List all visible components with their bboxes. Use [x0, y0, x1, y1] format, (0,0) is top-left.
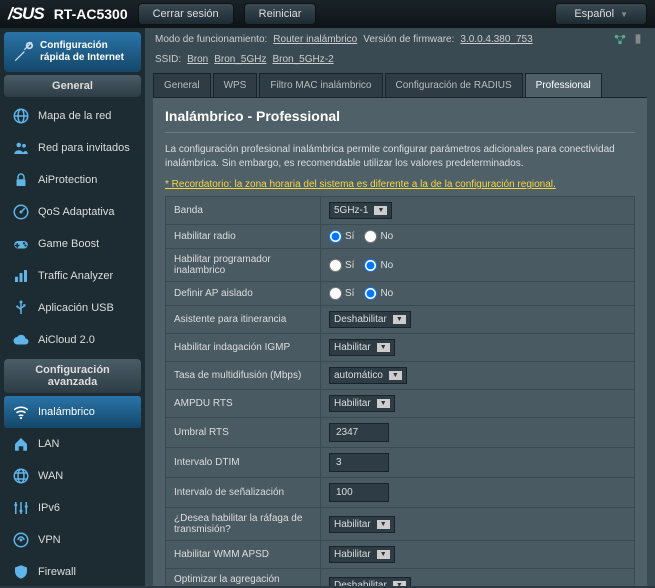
- mode-link[interactable]: Router inalámbrico: [273, 34, 357, 45]
- sidebar-item-label: QoS Adaptativa: [38, 206, 114, 218]
- sidebar-item-label: Firewall: [38, 566, 76, 578]
- shield-icon: [12, 563, 30, 581]
- usb-status-icon[interactable]: [631, 32, 645, 46]
- enable-radio-no[interactable]: [364, 230, 377, 243]
- tab-configuraci-n-de-radius[interactable]: Configuración de RADIUS: [385, 73, 523, 97]
- sidebar-item-aicloud-2-0[interactable]: AiCloud 2.0: [4, 324, 141, 356]
- sidebar-header-advanced: Configuración avanzada: [4, 359, 141, 393]
- cloud-icon: [12, 331, 30, 349]
- dtim-input[interactable]: [329, 453, 389, 472]
- scheduler-no[interactable]: [364, 259, 377, 272]
- sidebar-item-ipv6[interactable]: IPv6: [4, 492, 141, 524]
- ssid-2-link[interactable]: Bron_5GHz: [214, 54, 266, 65]
- users-icon: [12, 139, 30, 157]
- network-status-icon[interactable]: [613, 32, 627, 46]
- sidebar: Configuraciónrápida de Internet General …: [0, 28, 145, 586]
- sidebar-item-red-para-invitados[interactable]: Red para invitados: [4, 132, 141, 164]
- reboot-button[interactable]: Reiniciar: [244, 3, 317, 25]
- brand-logo: /SUS: [8, 4, 44, 24]
- sidebar-item-label: Traffic Analyzer: [38, 270, 113, 282]
- sidebar-item-label: VPN: [38, 534, 61, 546]
- home-icon: [12, 435, 30, 453]
- wifi-icon: [12, 403, 30, 421]
- sidebar-item-mapa-de-la-red[interactable]: Mapa de la red: [4, 100, 141, 132]
- sidebar-item-label: Mapa de la red: [38, 110, 111, 122]
- band-select[interactable]: 5GHz-1: [329, 202, 392, 219]
- page-description: La configuración profesional inalámbrica…: [165, 143, 635, 171]
- sidebar-item-game-boost[interactable]: Game Boost: [4, 228, 141, 260]
- ssid-label: SSID:: [155, 54, 181, 65]
- roaming-select[interactable]: Deshabilitar: [329, 311, 411, 328]
- firmware-link[interactable]: 3.0.0.4.380_753: [460, 34, 532, 45]
- ssid-3-link[interactable]: Bron_5GHz-2: [273, 54, 334, 65]
- sidebar-item-label: Red para invitados: [38, 142, 130, 154]
- igmp-select[interactable]: Habilitar: [329, 339, 395, 356]
- sidebar-item-wan[interactable]: WAN: [4, 460, 141, 492]
- sidebar-item-label: LAN: [38, 438, 59, 450]
- ampdu-rts-select[interactable]: Habilitar: [329, 395, 395, 412]
- sidebar-item-label: Aplicación USB: [38, 302, 114, 314]
- sliders-icon: [12, 499, 30, 517]
- sidebar-item-label: AiCloud 2.0: [38, 334, 95, 346]
- multicast-select[interactable]: automático: [329, 367, 407, 384]
- page-title: Inalámbrico - Professional: [165, 108, 635, 133]
- sidebar-item-vpn[interactable]: VPN: [4, 524, 141, 556]
- timezone-reminder-link[interactable]: * Recordatorio: la zona horaria del sist…: [165, 179, 635, 190]
- gauge-icon: [12, 203, 30, 221]
- scheduler-radio-group: SíNo: [329, 259, 626, 272]
- isolated-yes[interactable]: [329, 287, 342, 300]
- tab-filtro-mac-inal-mbrico[interactable]: Filtro MAC inalámbrico: [259, 73, 382, 97]
- wrench-icon: [12, 41, 34, 63]
- ssid-1-link[interactable]: Bron: [187, 54, 208, 65]
- mode-label: Modo de funcionamiento:: [155, 34, 267, 45]
- scheduler-yes[interactable]: [329, 259, 342, 272]
- sidebar-item-label: IPv6: [38, 502, 60, 514]
- firmware-label: Versión de firmware:: [363, 34, 454, 45]
- sidebar-item-label: AiProtection: [38, 174, 97, 186]
- quick-internet-setup[interactable]: Configuraciónrápida de Internet: [4, 32, 141, 72]
- globe-icon: [12, 107, 30, 125]
- vpn-icon: [12, 531, 30, 549]
- txburst-select[interactable]: Habilitar: [329, 516, 395, 533]
- sidebar-item-qos-adaptativa[interactable]: QoS Adaptativa: [4, 196, 141, 228]
- enable-radio-group: SíNo: [329, 230, 626, 243]
- sidebar-item-label: WAN: [38, 470, 63, 482]
- gamepad-icon: [12, 235, 30, 253]
- usb-icon: [12, 299, 30, 317]
- globe2-icon: [12, 467, 30, 485]
- isolated-ap-group: SíNo: [329, 287, 626, 300]
- logout-button[interactable]: Cerrar sesión: [138, 3, 234, 25]
- tab-wps[interactable]: WPS: [213, 73, 258, 97]
- sidebar-item-traffic-analyzer[interactable]: Traffic Analyzer: [4, 260, 141, 292]
- model-label: RT-AC5300: [54, 6, 128, 22]
- ampdu-opt-select[interactable]: Deshabilitar: [329, 577, 411, 587]
- sidebar-item-lan[interactable]: LAN: [4, 428, 141, 460]
- isolated-no[interactable]: [364, 287, 377, 300]
- chart-icon: [12, 267, 30, 285]
- sidebar-item-inal-mbrico[interactable]: Inalámbrico: [4, 396, 141, 428]
- sidebar-item-aplicaci-n-usb[interactable]: Aplicación USB: [4, 292, 141, 324]
- sidebar-item-firewall[interactable]: Firewall: [4, 556, 141, 588]
- sidebar-item-aiprotection[interactable]: AiProtection: [4, 164, 141, 196]
- tab-professional[interactable]: Professional: [525, 73, 602, 97]
- sidebar-item-label: Game Boost: [38, 238, 99, 250]
- lock-icon: [12, 171, 30, 189]
- rts-threshold-input[interactable]: [329, 423, 389, 442]
- tab-general[interactable]: General: [153, 73, 211, 97]
- beacon-input[interactable]: [329, 483, 389, 502]
- wmm-apsd-select[interactable]: Habilitar: [329, 546, 395, 563]
- sidebar-item-label: Inalámbrico: [38, 406, 95, 418]
- language-selector[interactable]: Español: [555, 3, 647, 25]
- enable-radio-yes[interactable]: [329, 230, 342, 243]
- sidebar-header-general: General: [4, 75, 141, 97]
